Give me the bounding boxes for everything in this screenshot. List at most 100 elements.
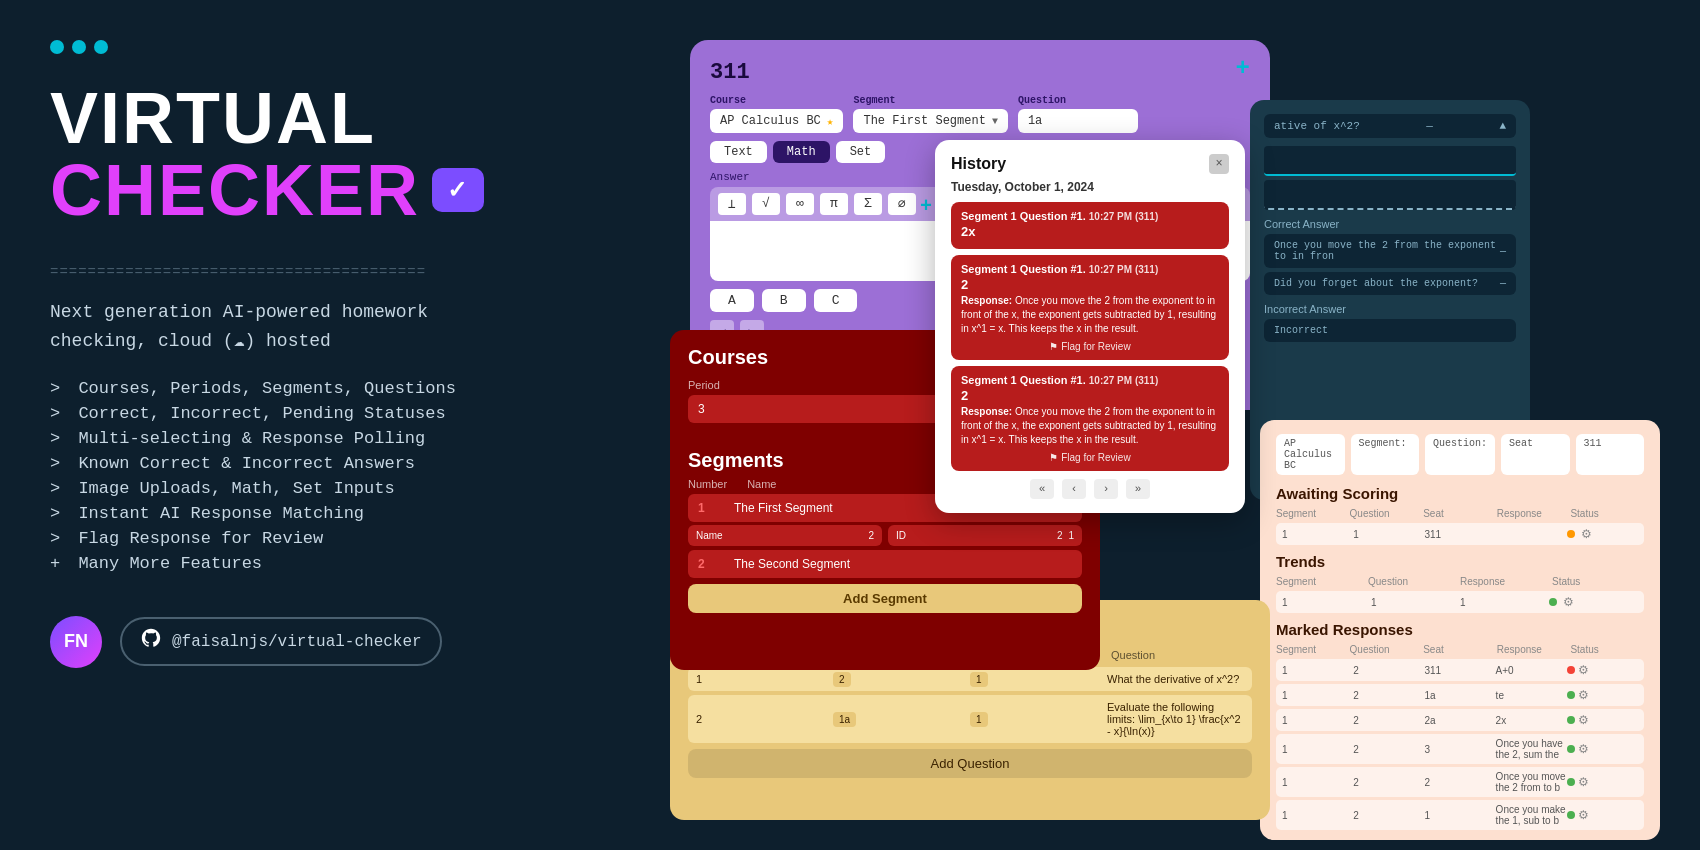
choice-b[interactable]: B [762, 289, 806, 312]
q-1-segment: 1 [970, 673, 1107, 685]
github-text: @faisalnjs/virtual-checker [172, 633, 422, 651]
gear-icon-5[interactable]: ⚙ [1578, 713, 1589, 727]
course-value: AP Calculus BC [720, 114, 821, 128]
math-btn-pi[interactable]: π [820, 193, 848, 215]
pink-dropdown-seat[interactable]: Seat [1501, 434, 1570, 475]
type-btn-math[interactable]: Math [773, 141, 830, 163]
seg-name-header: Name [747, 478, 776, 490]
history-date: Tuesday, October 1, 2024 [951, 180, 1229, 194]
dot-2 [72, 40, 86, 54]
segment-label: Segment [853, 95, 1007, 106]
aw-q: 1 [1353, 529, 1424, 540]
seg-id-label: ID [896, 530, 906, 541]
question-label: Question [1018, 95, 1138, 106]
marked-row-4: 123 Once you have the 2, sum the ⚙ [1276, 734, 1644, 764]
history-nav-first[interactable]: « [1030, 479, 1054, 499]
close-icon[interactable]: × [1209, 154, 1229, 174]
expand-icon: ▲ [1499, 120, 1506, 132]
math-btn-inf[interactable]: ∞ [786, 193, 814, 215]
divider: ======================================== [50, 264, 610, 280]
question-value: 1a [1028, 114, 1042, 128]
dark-input-1[interactable] [1264, 146, 1516, 176]
history-item-3-response: Response: Once you move the 2 from the e… [961, 405, 1219, 447]
aw-status: ⚙ [1567, 527, 1638, 541]
course-field: Course AP Calculus BC ★ [710, 95, 843, 133]
type-btn-text[interactable]: Text [710, 141, 767, 163]
left-panel: VIRTUAL CHECKER ✓ ======================… [0, 0, 660, 850]
flag-review-1[interactable]: ⚑ Flag for Review [961, 341, 1219, 352]
seg-id-val: 1 [1068, 530, 1074, 541]
history-nav-prev[interactable]: ‹ [1062, 479, 1086, 499]
pink-dropdown-question[interactable]: Question: [1425, 434, 1495, 475]
card-number: 311 [710, 60, 1250, 85]
tr-q: 1 [1371, 597, 1460, 608]
status-green-dot-4 [1567, 745, 1575, 753]
history-item-2: Segment 1 Question #1. 10:27 PM (311) 2 … [951, 255, 1229, 360]
feature-1: > Courses, Periods, Segments, Questions [50, 376, 610, 401]
add-question-button[interactable]: Add Question [688, 749, 1252, 778]
feature-4: > Known Correct & Incorrect Answers [50, 451, 610, 476]
history-nav-next[interactable]: › [1094, 479, 1118, 499]
gear-icon-6[interactable]: ⚙ [1578, 742, 1589, 756]
correct-answer-2[interactable]: Did you forget about the exponent? — [1264, 272, 1516, 295]
seg-row-2: 2 The Second Segment [688, 550, 1082, 578]
q-2-segment: 1 [970, 713, 1107, 725]
seg-2-name: The Second Segment [734, 557, 850, 571]
math-btn-sqrt[interactable]: √ [752, 193, 780, 215]
gear-icon-8[interactable]: ⚙ [1578, 808, 1589, 822]
question-input[interactable]: 1a [1018, 109, 1138, 133]
math-btn-perp[interactable]: ⊥ [718, 193, 746, 215]
add-segment-button[interactable]: Add Segment [688, 584, 1082, 613]
card-pink: AP Calculus BC Segment: Question: Seat 3… [1260, 420, 1660, 840]
seg-name-val: 2 [868, 530, 874, 541]
course-input[interactable]: AP Calculus BC ★ [710, 109, 843, 133]
status-green-dot [1549, 598, 1557, 606]
question-field: Question 1a [1018, 95, 1138, 133]
marked-row-6: 121 Once you make the 1, sub to b ⚙ [1276, 800, 1644, 830]
pink-dropdown-segment[interactable]: Segment: [1351, 434, 1420, 475]
pink-dropdown-course[interactable]: AP Calculus BC [1276, 434, 1345, 475]
math-btn-sigma[interactable]: Σ [854, 193, 882, 215]
q-2-number-badge: 1a [833, 712, 856, 727]
history-item-3-header: Segment 1 Question #1. 10:27 PM (311) [961, 374, 1219, 386]
q-1-id: 1 [696, 673, 833, 685]
q-2-number: 1a [833, 713, 970, 725]
seg-1-number: 1 [698, 501, 718, 515]
choice-a[interactable]: A [710, 289, 754, 312]
history-item-2-response: Response: Once you move the 2 from the e… [961, 294, 1219, 336]
history-item-2-header: Segment 1 Question #1. 10:27 PM (311) [961, 263, 1219, 275]
feature-6: > Instant AI Response Matching [50, 501, 610, 526]
feature-8: + Many More Features [50, 551, 610, 576]
history-nav: « ‹ › » [951, 479, 1229, 499]
pink-dropdown-311[interactable]: 311 [1576, 434, 1645, 475]
choice-c[interactable]: C [814, 289, 858, 312]
history-nav-last[interactable]: » [1126, 479, 1150, 499]
github-link[interactable]: @faisalnjs/virtual-checker [120, 617, 442, 666]
incorrect-answer-1[interactable]: Incorrect [1264, 319, 1516, 342]
dark-input-2[interactable] [1264, 180, 1516, 210]
correct-answer-1[interactable]: Once you move the 2 from the exponent to… [1264, 234, 1516, 268]
gear-icon-3[interactable]: ⚙ [1578, 663, 1589, 677]
minus-icon-2: — [1500, 246, 1506, 257]
seg-number-header: Number [688, 478, 727, 490]
math-btn-empty[interactable]: ∅ [888, 193, 916, 215]
marked-row-2: 121a te ⚙ [1276, 684, 1644, 706]
dot-3 [94, 40, 108, 54]
gear-icon[interactable]: ⚙ [1581, 527, 1592, 541]
flag-review-2[interactable]: ⚑ Flag for Review [961, 452, 1219, 463]
tr-resp: 1 [1460, 597, 1549, 608]
pink-dropdown-row: AP Calculus BC Segment: Question: Seat 3… [1276, 434, 1644, 475]
awaiting-row-1: 1 1 311 ⚙ [1276, 523, 1644, 545]
dark-dropdown[interactable]: ative of x^2? — ▲ [1264, 114, 1516, 138]
checkmark-badge: ✓ [432, 168, 484, 212]
gear-icon-4[interactable]: ⚙ [1578, 688, 1589, 702]
segment-input[interactable]: The First Segment ▼ [853, 109, 1007, 133]
gear-icon-7[interactable]: ⚙ [1578, 775, 1589, 789]
history-item-2-answer: 2 [961, 277, 1219, 292]
type-btn-set[interactable]: Set [836, 141, 886, 163]
incorrect-text: Incorrect [1274, 325, 1328, 336]
dark-dropdown-text: ative of x^2? [1274, 120, 1360, 132]
history-item-1: Segment 1 Question #1. 10:27 PM (311) 2x [951, 202, 1229, 249]
minus-icon: — [1426, 120, 1433, 132]
gear-icon-2[interactable]: ⚙ [1563, 595, 1574, 609]
